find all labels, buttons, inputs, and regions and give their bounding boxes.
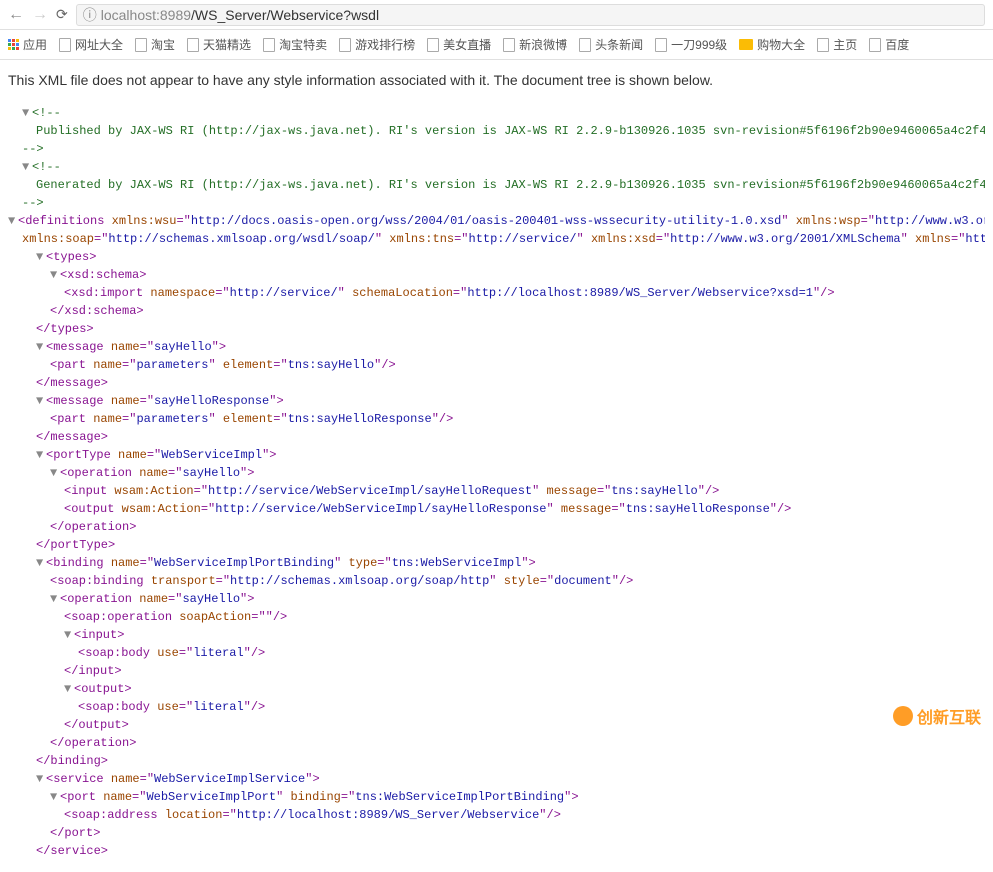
expand-toggle-icon[interactable]: ▼ [22,104,32,122]
xml-comment[interactable]: ▼<!-- [8,158,985,176]
bookmark-item[interactable]: 一刀999级 [655,36,727,53]
xml-element[interactable]: <output wsam:Action="http://service/WebS… [8,500,985,518]
expand-toggle-icon[interactable]: ▼ [22,158,32,176]
watermark-icon [893,706,913,726]
xml-element[interactable]: <soap:body use="literal"/> [8,698,985,716]
xml-close-tag[interactable]: </service> [8,842,985,860]
expand-toggle-icon[interactable]: ▼ [64,680,74,698]
xml-element[interactable]: ▼<operation name="sayHello"> [8,590,985,608]
bookmark-item[interactable]: 头条新闻 [579,36,643,53]
expand-toggle-icon[interactable]: ▼ [50,266,60,284]
page-icon [187,38,199,52]
xml-element[interactable]: ▼<binding name="WebServiceImplPortBindin… [8,554,985,572]
page-icon [263,38,275,52]
xml-element[interactable]: ▼<message name="sayHello"> [8,338,985,356]
expand-toggle-icon[interactable]: ▼ [50,464,60,482]
expand-toggle-icon[interactable]: ▼ [36,392,46,410]
apps-button[interactable]: 应用 [8,36,47,53]
browser-toolbar: ← → ⟳ ⓘ localhost:8989/WS_Server/Webserv… [0,0,993,30]
xml-tree: ▼<!-- Published by JAX-WS RI (http://jax… [8,104,985,860]
xml-close-tag[interactable]: </binding> [8,752,985,770]
expand-toggle-icon[interactable]: ▼ [36,338,46,356]
expand-toggle-icon[interactable]: ▼ [36,248,46,266]
xml-close-tag[interactable]: </message> [8,428,985,446]
page-icon [503,38,515,52]
info-icon: ⓘ [83,5,97,25]
back-button[interactable]: ← [8,6,24,24]
xml-comment-body: Generated by JAX-WS RI (http://jax-ws.ja… [8,176,985,194]
bookmark-item[interactable]: 网址大全 [59,36,123,53]
folder-icon [739,39,753,50]
bookmark-item[interactable]: 新浪微博 [503,36,567,53]
page-icon [655,38,667,52]
xml-element[interactable]: <part name="parameters" element="tns:say… [8,410,985,428]
xml-close-tag[interactable]: </xsd:schema> [8,302,985,320]
xml-element[interactable]: ▼<input> [8,626,985,644]
xml-element[interactable]: ▼<types> [8,248,985,266]
xml-close-tag[interactable]: </output> [8,716,985,734]
expand-toggle-icon[interactable]: ▼ [8,212,18,230]
bookmark-item[interactable]: 天猫精选 [187,36,251,53]
expand-toggle-icon[interactable]: ▼ [36,770,46,788]
forward-button[interactable]: → [32,6,48,24]
bookmark-item[interactable]: 游戏排行榜 [339,36,415,53]
xml-element[interactable]: ▼<portType name="WebServiceImpl"> [8,446,985,464]
xml-element[interactable]: <part name="parameters" element="tns:say… [8,356,985,374]
xml-element[interactable]: <soap:operation soapAction=""/> [8,608,985,626]
xml-element[interactable]: ▼<service name="WebServiceImplService"> [8,770,985,788]
expand-toggle-icon[interactable]: ▼ [36,446,46,464]
watermark: 创新互联 [893,704,981,728]
bookmark-item[interactable]: 购物大全 [739,36,805,53]
xml-close-tag[interactable]: </operation> [8,734,985,752]
page-icon [579,38,591,52]
xml-notice: This XML file does not appear to have an… [8,72,985,88]
content-area: This XML file does not appear to have an… [0,60,993,872]
expand-toggle-icon[interactable]: ▼ [50,788,60,806]
xml-element[interactable]: ▼<output> [8,680,985,698]
xml-element[interactable]: ▼<message name="sayHelloResponse"> [8,392,985,410]
xml-close-tag[interactable]: </message> [8,374,985,392]
xml-element[interactable]: <xsd:import namespace="http://service/" … [8,284,985,302]
expand-toggle-icon[interactable]: ▼ [64,626,74,644]
xml-close-tag[interactable]: </portType> [8,536,985,554]
xml-close-tag[interactable]: </port> [8,824,985,842]
xml-element[interactable]: ▼<port name="WebServiceImplPort" binding… [8,788,985,806]
bookmark-item[interactable]: 淘宝特卖 [263,36,327,53]
page-icon [339,38,351,52]
xml-element[interactable]: <input wsam:Action="http://service/WebSe… [8,482,985,500]
xml-attrs-cont: xmlns:soap="http://schemas.xmlsoap.org/w… [8,230,985,248]
address-bar[interactable]: ⓘ localhost:8989/WS_Server/Webservice?ws… [76,4,985,26]
xml-comment-close: --> [8,140,985,158]
expand-toggle-icon[interactable]: ▼ [36,554,46,572]
url-text: localhost:8989/WS_Server/Webservice?wsdl [101,7,379,23]
xml-element[interactable]: <soap:body use="literal"/> [8,644,985,662]
xml-close-tag[interactable]: </input> [8,662,985,680]
reload-button[interactable]: ⟳ [56,6,68,23]
expand-toggle-icon[interactable]: ▼ [50,590,60,608]
xml-element[interactable]: ▼<operation name="sayHello"> [8,464,985,482]
apps-icon [8,39,19,50]
page-icon [59,38,71,52]
page-icon [427,38,439,52]
xml-element[interactable]: <soap:address location="http://localhost… [8,806,985,824]
bookmark-item[interactable]: 主页 [817,36,857,53]
bookmark-item[interactable]: 百度 [869,36,909,53]
xml-comment[interactable]: ▼<!-- [8,104,985,122]
xml-comment-body: Published by JAX-WS RI (http://jax-ws.ja… [8,122,985,140]
bookmark-item[interactable]: 美女直播 [427,36,491,53]
xml-comment-close: --> [8,194,985,212]
bookmark-item[interactable]: 淘宝 [135,36,175,53]
xml-element[interactable]: ▼<xsd:schema> [8,266,985,284]
page-icon [817,38,829,52]
xml-element[interactable]: ▼<definitions xmlns:wsu="http://docs.oas… [8,212,985,230]
page-icon [135,38,147,52]
xml-element[interactable]: <soap:binding transport="http://schemas.… [8,572,985,590]
xml-close-tag[interactable]: </types> [8,320,985,338]
page-icon [869,38,881,52]
bookmarks-bar: 应用 网址大全淘宝天猫精选淘宝特卖游戏排行榜美女直播新浪微博头条新闻一刀999级… [0,30,993,60]
xml-close-tag[interactable]: </operation> [8,518,985,536]
